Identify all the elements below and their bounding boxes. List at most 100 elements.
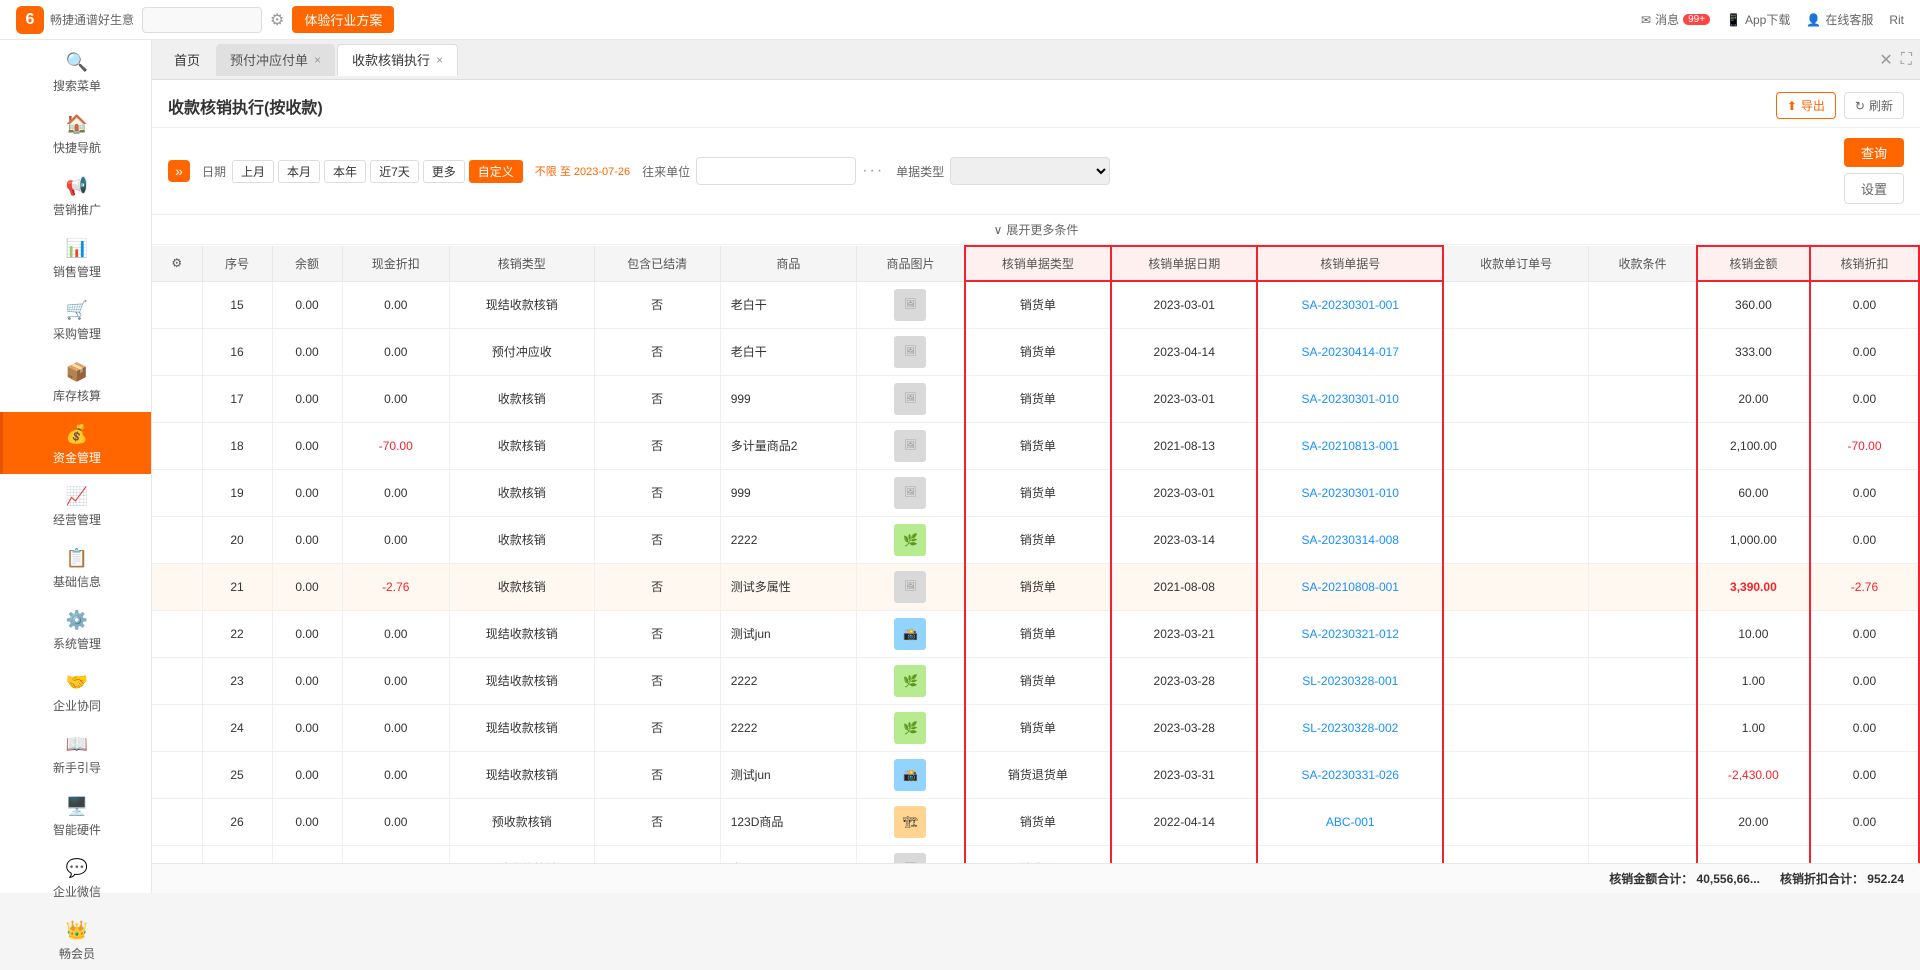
verify-no-link[interactable]: SA-20230301-001	[1302, 298, 1399, 312]
cell-verify-no[interactable]: SA-20210813-001	[1257, 422, 1443, 469]
system-icon: ⚙️	[66, 610, 88, 631]
date-cur-month[interactable]: 本月	[278, 160, 320, 183]
cell-receipt-condition	[1589, 516, 1697, 563]
sidebar-item-label: 资金管理	[53, 449, 101, 466]
sidebar-item-label: 快捷导航	[53, 139, 101, 156]
cell-verify-no[interactable]: SA-20230301-010	[1257, 469, 1443, 516]
sidebar-item-member[interactable]: 👑 畅会员	[0, 908, 151, 970]
cell-verify-no[interactable]: SA-20230331-026	[1257, 751, 1443, 798]
verify-no-link[interactable]: SA-20230331-026	[1302, 768, 1399, 782]
sidebar-item-marketing[interactable]: 📢 营销推广	[0, 164, 151, 226]
cell-receipt-order-no	[1443, 281, 1589, 328]
tab-collect-label: 收款核销执行	[352, 50, 430, 69]
date-7days[interactable]: 近7天	[370, 160, 419, 183]
sidebar-item-search[interactable]: 🔍 搜索菜单	[0, 40, 151, 102]
col-settings[interactable]: ⚙	[152, 246, 202, 281]
online-service-btn[interactable]: 👤 在线客服	[1806, 11, 1873, 28]
user-name[interactable]: Rit	[1889, 13, 1904, 27]
sidebar-item-purchase[interactable]: 🛒 采购管理	[0, 288, 151, 350]
message-btn[interactable]: ✉ 消息 99+	[1641, 11, 1710, 28]
close-tab-action[interactable]: ✕	[1879, 50, 1892, 70]
cell-verify-no[interactable]: SA-20230301-010	[1257, 375, 1443, 422]
table-row: 23 0.00 0.00 现结收款核销 否 2222 🌿 销货单 2023-03…	[152, 657, 1919, 704]
verify-no-link[interactable]: ABC-001	[1326, 815, 1375, 829]
sidebar-item-hardware[interactable]: 🖥️ 智能硬件	[0, 784, 151, 846]
settings-button[interactable]: 设置	[1844, 173, 1904, 204]
cell-verify-amount: 333.00	[1697, 328, 1810, 375]
cell-included-settled: 否	[594, 610, 720, 657]
cell-verify-type: 现结收款核销	[449, 704, 594, 751]
verify-no-link[interactable]: SA-20210808-001	[1302, 580, 1399, 594]
date-prev-month[interactable]: 上月	[232, 160, 274, 183]
cell-verify-no[interactable]: SL-20230328-001	[1257, 657, 1443, 704]
cell-verify-amount: 20.00	[1697, 375, 1810, 422]
verify-no-link[interactable]: SA-20230301-010	[1302, 392, 1399, 406]
filter-toggle-btn[interactable]: »	[168, 160, 190, 182]
search-input[interactable]	[142, 7, 262, 33]
cell-verify-no[interactable]: SA-20230301-001	[1257, 281, 1443, 328]
verify-no-link[interactable]: SA-20230301-010	[1302, 486, 1399, 500]
stock-icon: 📦	[66, 362, 88, 383]
cell-included-settled: 否	[594, 751, 720, 798]
date-more[interactable]: 更多	[423, 160, 465, 183]
date-cur-year[interactable]: 本年	[324, 160, 366, 183]
expand-conditions-btn[interactable]: ∨ 展开更多条件	[994, 221, 1079, 238]
table-container[interactable]: ⚙ 序号 余额 现金折扣 核销类型 包含已结清 商品 商品图片 核销单据类型 核…	[152, 245, 1920, 863]
app-download-btn[interactable]: 📱 App下载	[1726, 11, 1790, 28]
cell-verify-no[interactable]: SA-20210808-001	[1257, 563, 1443, 610]
doc-type-filter: 单据类型	[896, 157, 1110, 185]
sidebar-item-stock[interactable]: 📦 库存核算	[0, 350, 151, 412]
col-product: 商品	[720, 246, 856, 281]
tab-home[interactable]: 首页	[160, 44, 214, 76]
verify-no-link[interactable]: SA-20210813-001	[1302, 439, 1399, 453]
cell-verify-type: 现结收款核销	[449, 281, 594, 328]
sidebar-item-operation[interactable]: 📈 经营管理	[0, 474, 151, 536]
cell-cash-discount: 0.00	[342, 469, 449, 516]
export-button[interactable]: ⬆ 导出	[1776, 92, 1836, 119]
verify-no-link[interactable]: SA-20230414-017	[1302, 345, 1399, 359]
cell-verify-no[interactable]: SA-20230414-017	[1257, 328, 1443, 375]
marketing-icon: 📢	[66, 176, 88, 197]
counterpart-input[interactable]	[696, 157, 856, 185]
refresh-button[interactable]: ↻ 刷新	[1844, 92, 1904, 119]
cell-receipt-order-no	[1443, 328, 1589, 375]
doc-type-select[interactable]	[950, 157, 1110, 185]
cell-verify-date: 2023-03-01	[1111, 469, 1257, 516]
cell-receipt-order-no	[1443, 563, 1589, 610]
sidebar-item-guide[interactable]: 📖 新手引导	[0, 722, 151, 784]
sidebar-item-finance[interactable]: 💰 资金管理	[0, 412, 151, 474]
maximize-action[interactable]: ⛶	[1901, 50, 1912, 70]
sidebar-item-wechat[interactable]: 💬 企业微信	[0, 846, 151, 908]
cell-verify-no[interactable]: SA-20230321-012	[1257, 610, 1443, 657]
verify-no-link[interactable]: SA-20230321-012	[1302, 627, 1399, 641]
cell-verify-no[interactable]: SL-20230328-002	[1257, 704, 1443, 751]
tab-collect-close[interactable]: ×	[436, 53, 443, 67]
tab-prepay-close[interactable]: ×	[314, 53, 321, 67]
cell-receipt-condition	[1589, 422, 1697, 469]
cell-verify-discount: 0.00	[1810, 657, 1919, 704]
verify-no-link[interactable]: SL-20230328-001	[1302, 674, 1398, 688]
sidebar-item-basic[interactable]: 📋 基础信息	[0, 536, 151, 598]
date-custom[interactable]: 自定义	[469, 160, 523, 183]
tab-collect[interactable]: 收款核销执行 ×	[337, 44, 458, 76]
verify-no-link[interactable]: SA-20230314-008	[1302, 533, 1399, 547]
sidebar-item-sales[interactable]: 📊 销售管理	[0, 226, 151, 288]
cell-verify-type: 现结收款核销	[449, 845, 594, 863]
gear-button[interactable]: ⚙	[270, 10, 284, 30]
solution-btn[interactable]: 体验行业方案	[292, 6, 394, 33]
cell-product: 999	[720, 469, 856, 516]
cell-verify-no[interactable]: ABC-001	[1257, 798, 1443, 845]
tab-prepay[interactable]: 预付冲应付单 ×	[216, 44, 335, 76]
cell-verify-no[interactable]: SA-20230314-008	[1257, 516, 1443, 563]
query-button[interactable]: 查询	[1844, 138, 1904, 167]
cell-verify-no[interactable]: SL-20230408-001	[1257, 845, 1443, 863]
purchase-icon: 🛒	[66, 300, 88, 321]
sidebar-item-corp[interactable]: 🤝 企业协同	[0, 660, 151, 722]
sidebar-item-system[interactable]: ⚙️ 系统管理	[0, 598, 151, 660]
cell-receipt-order-no	[1443, 469, 1589, 516]
sidebar-item-nav[interactable]: 🏠 快捷导航	[0, 102, 151, 164]
cell-balance: 0.00	[272, 563, 342, 610]
cell-balance: 0.00	[272, 751, 342, 798]
cell-product: 老白干	[720, 328, 856, 375]
verify-no-link[interactable]: SL-20230328-002	[1302, 721, 1398, 735]
